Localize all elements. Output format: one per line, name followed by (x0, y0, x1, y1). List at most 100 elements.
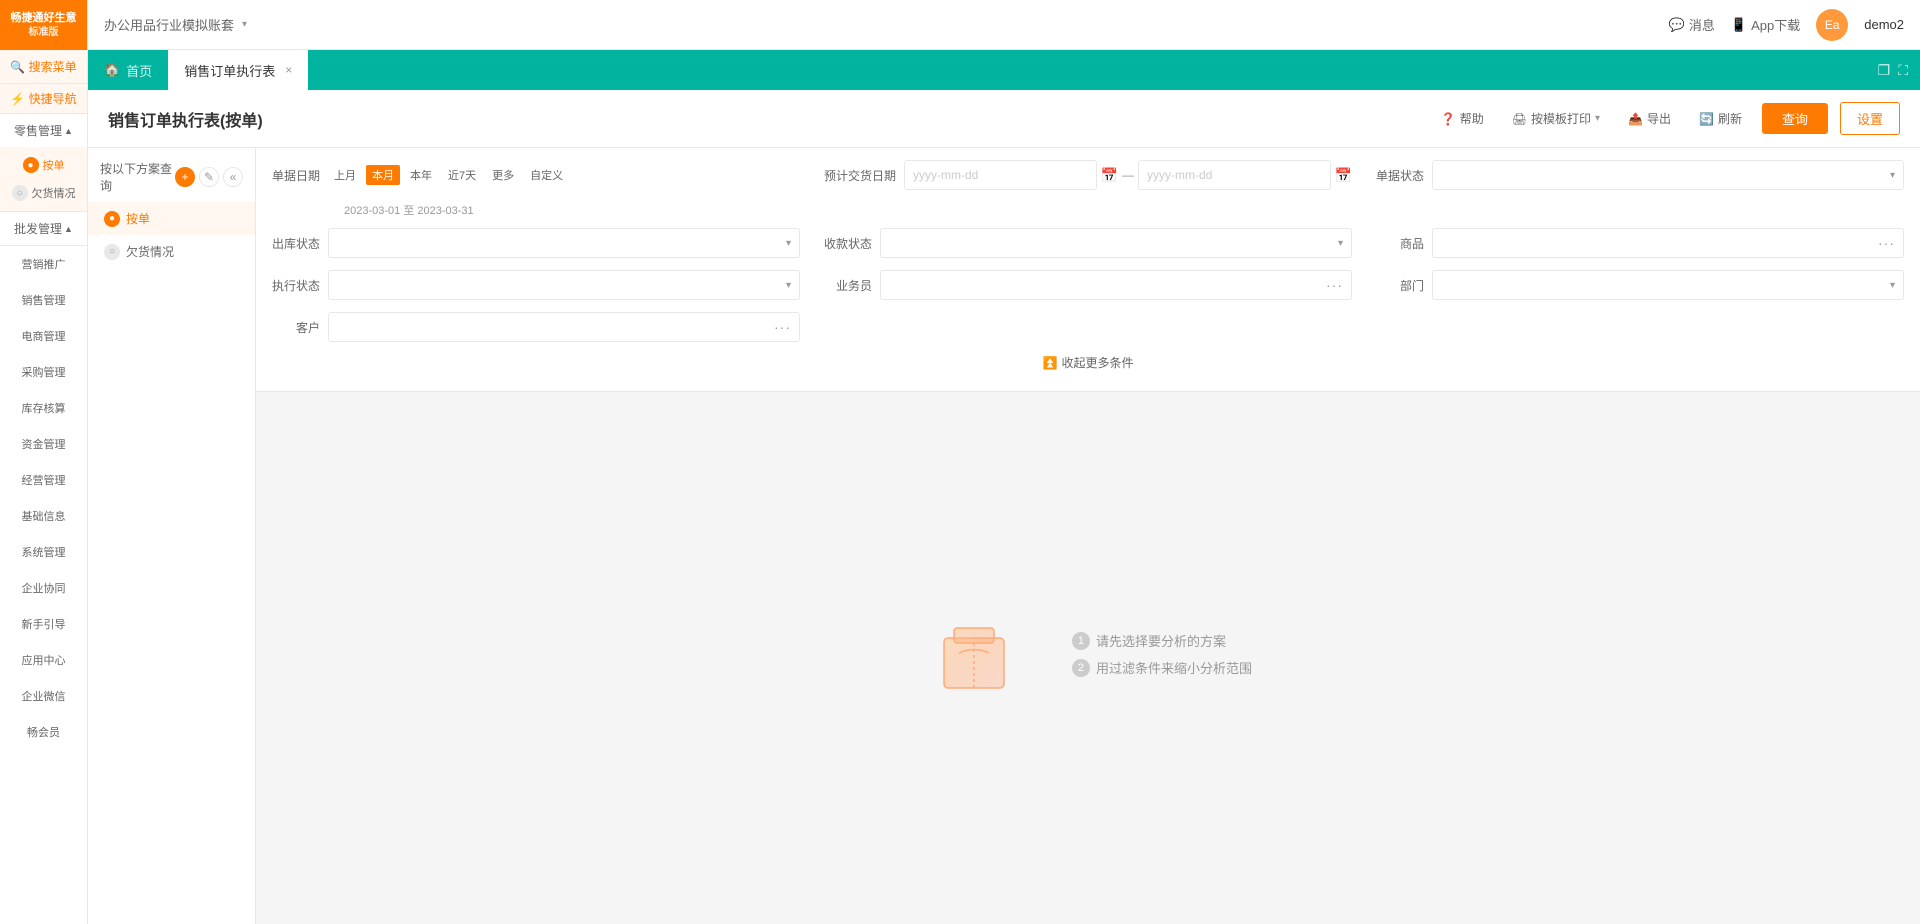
sidebar-item-inventory[interactable]: 库存核算 (0, 390, 87, 426)
left-panel-collapse-button[interactable]: « (223, 167, 243, 187)
query-label: 查询 (1782, 112, 1808, 127)
message-button[interactable]: 💬 消息 (1669, 15, 1715, 34)
quick-btn-last-month[interactable]: 上月 (328, 165, 362, 185)
sidebar-item-basic-info[interactable]: 基础信息 (0, 498, 87, 534)
customer-select[interactable]: ··· (328, 312, 800, 342)
export-label: 导出 (1647, 110, 1671, 127)
dept-select[interactable]: ▾ (1432, 270, 1904, 300)
sidebar-item-retail[interactable]: 零售管理 ▲ (0, 114, 87, 147)
breadcrumb-dropdown-icon[interactable]: ▾ (242, 19, 247, 30)
inventory-label: 库存核算 (22, 400, 66, 416)
sidebar-item-member[interactable]: 畅会员 (0, 714, 87, 750)
quick-btn-more[interactable]: 更多 (486, 165, 520, 185)
filter-cell-status: 单据状态 ▾ (1376, 160, 1904, 190)
tab-close-button[interactable]: × (285, 63, 292, 77)
filter-cell-date: 单据日期 上月 本月 本年 近7天 更多 自定义 (272, 160, 800, 190)
home-icon: 🏠 (104, 62, 120, 78)
sidebar-item-purchase[interactable]: 采购管理 (0, 354, 87, 390)
sidebar-item-sales[interactable]: 销售管理 (0, 282, 87, 318)
settings-button[interactable]: 设置 (1840, 102, 1900, 135)
query-button[interactable]: 查询 (1762, 103, 1828, 134)
sidebar-item-wholesale[interactable]: 批发管理 ▲ (0, 212, 87, 245)
help-button[interactable]: ❓ 帮助 (1433, 106, 1492, 131)
payment-status-dropdown-icon: ▾ (1338, 238, 1343, 249)
export-icon: 📤 (1628, 112, 1643, 126)
left-panel-add-button[interactable]: + (175, 167, 195, 187)
left-panel-item-欠货情况[interactable]: ○ 欠货情况 (88, 235, 255, 268)
date-range-row: 2023-03-01 至 2023-03-31 (340, 202, 1904, 218)
payment-status-select[interactable]: ▾ (880, 228, 1352, 258)
finance-label: 资金管理 (22, 436, 66, 452)
quick-btn-this-month[interactable]: 本月 (366, 165, 400, 185)
quick-btn-7days[interactable]: 近7天 (442, 165, 482, 185)
empty-tip-2: 2 用过滤条件来缩小分析范围 (1072, 658, 1252, 677)
sidebar-quick-nav[interactable]: ⚡ 快捷导航 (0, 84, 87, 114)
tab-restore-button[interactable]: ❐ (1878, 62, 1891, 79)
breadcrumb-text: 办公用品行业模拟账套 (104, 15, 234, 34)
collapse-button[interactable]: ⏫ 收起更多条件 (272, 354, 1904, 371)
tab-home[interactable]: 🏠 首页 (88, 50, 168, 90)
status-select[interactable]: ▾ (1432, 160, 1904, 190)
sidebar-item-按单[interactable]: ● 按单 (0, 151, 87, 179)
tab-maximize-button[interactable]: ⛶ (1898, 62, 1908, 79)
expected-date-to-placeholder: yyyy-mm-dd (1147, 168, 1212, 182)
empty-state-content: 1 请先选择要分析的方案 2 用过滤条件来缩小分析范围 (924, 608, 1252, 708)
left-panel-title: 按以下方案查询 (100, 160, 175, 194)
download-icon: 📱 (1731, 17, 1747, 33)
salesperson-label: 业务员 (824, 277, 872, 294)
sidebar-item-guide[interactable]: 新手引导 (0, 606, 87, 642)
left-panel-header: 按以下方案查询 + ✎ « (88, 160, 255, 202)
right-main: 单据日期 上月 本月 本年 近7天 更多 自定义 (256, 148, 1920, 924)
search-icon: 🔍 (10, 60, 25, 74)
print-icon: 🖨 (1512, 112, 1527, 126)
app-download-button[interactable]: 📱 App下载 (1731, 15, 1800, 34)
expected-date-from-input[interactable]: yyyy-mm-dd (904, 160, 1097, 190)
filter-cell-salesperson: 业务员 ··· (824, 270, 1352, 300)
print-button[interactable]: 🖨 按模板打印 ▾ (1504, 106, 1608, 131)
tip-1-text: 请先选择要分析的方案 (1096, 631, 1226, 650)
left-panel-edit-button[interactable]: ✎ (199, 167, 219, 187)
left-panel-item-按单[interactable]: ● 按单 (88, 202, 255, 235)
purchase-label: 采购管理 (22, 364, 66, 380)
按单-item-label: 按单 (126, 210, 150, 227)
collapse-icon: « (230, 170, 237, 184)
empty-tips: 1 请先选择要分析的方案 2 用过滤条件来缩小分析范围 (1072, 631, 1252, 685)
active-tab-label: 销售订单执行表 (184, 61, 275, 80)
refresh-button[interactable]: 🔄 刷新 (1691, 106, 1750, 131)
filter-cell-empty-3 (1376, 312, 1904, 342)
sidebar-item-enterprise[interactable]: 企业协同 (0, 570, 87, 606)
filter-section: 单据日期 上月 本月 本年 近7天 更多 自定义 (256, 148, 1920, 392)
header-actions: 💬 消息 📱 App下载 Ea demo2 (1669, 9, 1904, 41)
expected-date-to-icon[interactable]: 📅 (1335, 167, 1352, 184)
filter-cell-goods: 商品 ··· (1376, 228, 1904, 258)
out-status-label: 出库状态 (272, 235, 320, 252)
app-logo[interactable]: 畅捷通好生意 标准版 (0, 0, 87, 50)
quick-btn-custom[interactable]: 自定义 (524, 165, 569, 185)
goods-select[interactable]: ··· (1432, 228, 1904, 258)
user-avatar[interactable]: Ea (1816, 9, 1848, 41)
expected-date-from-icon[interactable]: 📅 (1101, 167, 1118, 184)
salesperson-select[interactable]: ··· (880, 270, 1352, 300)
exec-status-select[interactable]: ▾ (328, 270, 800, 300)
salesperson-more-icon: ··· (1326, 277, 1343, 293)
sidebar-item-system[interactable]: 系统管理 (0, 534, 87, 570)
sidebar-item-finance[interactable]: 资金管理 (0, 426, 87, 462)
sidebar-item-ecommerce[interactable]: 电商管理 (0, 318, 87, 354)
date-label: 单据日期 (272, 167, 320, 184)
page-header: 销售订单执行表(按单) ❓ 帮助 🖨 按模板打印 ▾ 📤 导出 🔄 刷新 (88, 90, 1920, 148)
quick-btn-this-year[interactable]: 本年 (404, 165, 438, 185)
sidebar-item-app-center[interactable]: 应用中心 (0, 642, 87, 678)
sidebar-search[interactable]: 🔍 搜索菜单 (0, 50, 87, 84)
sidebar-group-wholesale: 批发管理 ▲ (0, 212, 87, 246)
tab-sales-order[interactable]: 销售订单执行表 × (168, 50, 308, 90)
sidebar-item-wechat[interactable]: 企业微信 (0, 678, 87, 714)
tip-2-num: 2 (1072, 659, 1090, 677)
按单-status-dot: ● (104, 211, 120, 227)
sidebar-item-operations[interactable]: 经营管理 (0, 462, 87, 498)
sidebar-item-marketing[interactable]: 营销推广 (0, 246, 87, 282)
sales-label: 销售管理 (22, 292, 66, 308)
sidebar-item-欠货情况[interactable]: ○ 欠货情况 (0, 179, 87, 207)
expected-date-to-input[interactable]: yyyy-mm-dd (1138, 160, 1331, 190)
export-button[interactable]: 📤 导出 (1620, 106, 1679, 131)
out-status-select[interactable]: ▾ (328, 228, 800, 258)
